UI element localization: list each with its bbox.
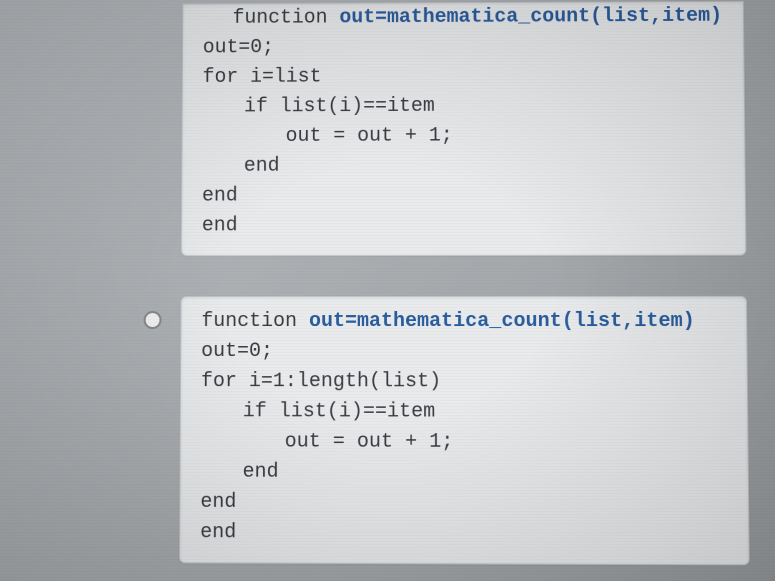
code-line: for i=1:length(list) bbox=[201, 367, 727, 398]
radio-option-icon[interactable] bbox=[144, 311, 162, 329]
code-line: out = out + 1; bbox=[202, 121, 724, 152]
code-line: out=0; bbox=[201, 337, 726, 367]
code-block-1: function out=mathematica_count(list,item… bbox=[181, 1, 747, 256]
code-text: function bbox=[201, 310, 309, 333]
code-line: if list(i)==item bbox=[202, 91, 724, 122]
code-line: end bbox=[202, 211, 725, 242]
code-line: end bbox=[200, 488, 728, 520]
code-line: end bbox=[200, 457, 727, 489]
code-block-2: function out=mathematica_count(list,item… bbox=[179, 296, 750, 566]
code-bold: out=mathematica_count(list,item) bbox=[309, 310, 695, 333]
code-line: end bbox=[200, 518, 728, 550]
code-line: end bbox=[202, 181, 725, 212]
code-line: end bbox=[202, 151, 725, 182]
code-line: out=0; bbox=[203, 32, 724, 64]
code-line: if list(i)==item bbox=[201, 397, 727, 428]
screen-container: function out=mathematica_count(list,item… bbox=[0, 1, 775, 566]
code-text: function bbox=[233, 7, 340, 30]
code-bold: out=mathematica_count(list,item) bbox=[339, 5, 722, 29]
code-line: function out=mathematica_count(list,item… bbox=[233, 2, 724, 34]
code-line: out = out + 1; bbox=[201, 427, 728, 458]
code-line: for i=list bbox=[203, 61, 724, 93]
code-line: function out=mathematica_count(list,item… bbox=[201, 307, 726, 337]
